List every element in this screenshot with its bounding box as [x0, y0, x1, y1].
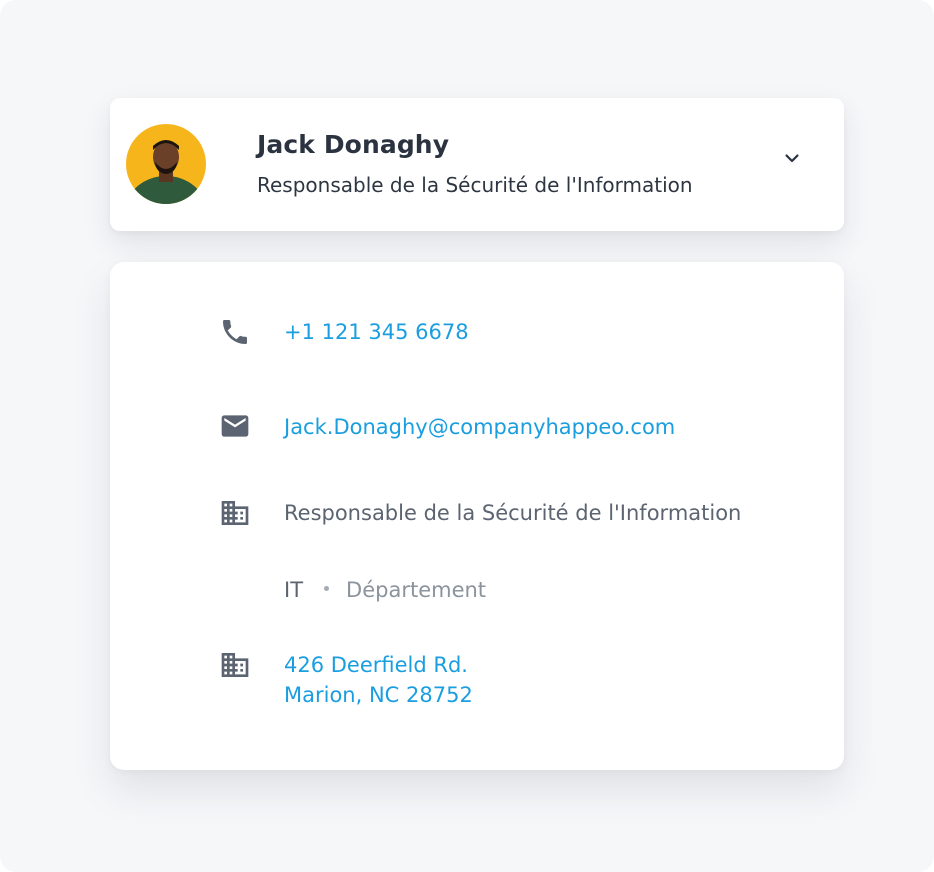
address-link[interactable]: 426 Deerfield Rd. Marion, NC 28752 [284, 650, 473, 710]
separator-dot [324, 585, 330, 591]
profile-name: Jack Donaghy [257, 130, 450, 159]
email-link[interactable]: Jack.Donaghy@companyhappeo.com [284, 415, 675, 439]
building-icon [219, 497, 251, 529]
department-value: IT [284, 578, 304, 602]
avatar [126, 124, 206, 204]
profile-title: Responsable de la Sécurité de l'Informat… [257, 173, 693, 197]
address-line-2: Marion, NC 28752 [284, 683, 473, 707]
department-label: Département [346, 578, 487, 602]
profile-header-card[interactable]: Jack Donaghy Responsable de la Sécurité … [110, 98, 844, 231]
address-line-1: 426 Deerfield Rd. [284, 653, 468, 677]
department-row: IT Département [284, 578, 486, 602]
phone-icon [219, 316, 251, 348]
contact-details-card: +1 121 345 6678 Jack.Donaghy@companyhapp… [110, 262, 844, 770]
envelope-icon [219, 410, 251, 442]
building-icon [219, 649, 251, 681]
chevron-down-icon[interactable] [780, 146, 804, 170]
page-background: Jack Donaghy Responsable de la Sécurité … [0, 0, 934, 872]
phone-link[interactable]: +1 121 345 6678 [284, 320, 469, 344]
position-text: Responsable de la Sécurité de l'Informat… [284, 501, 742, 525]
